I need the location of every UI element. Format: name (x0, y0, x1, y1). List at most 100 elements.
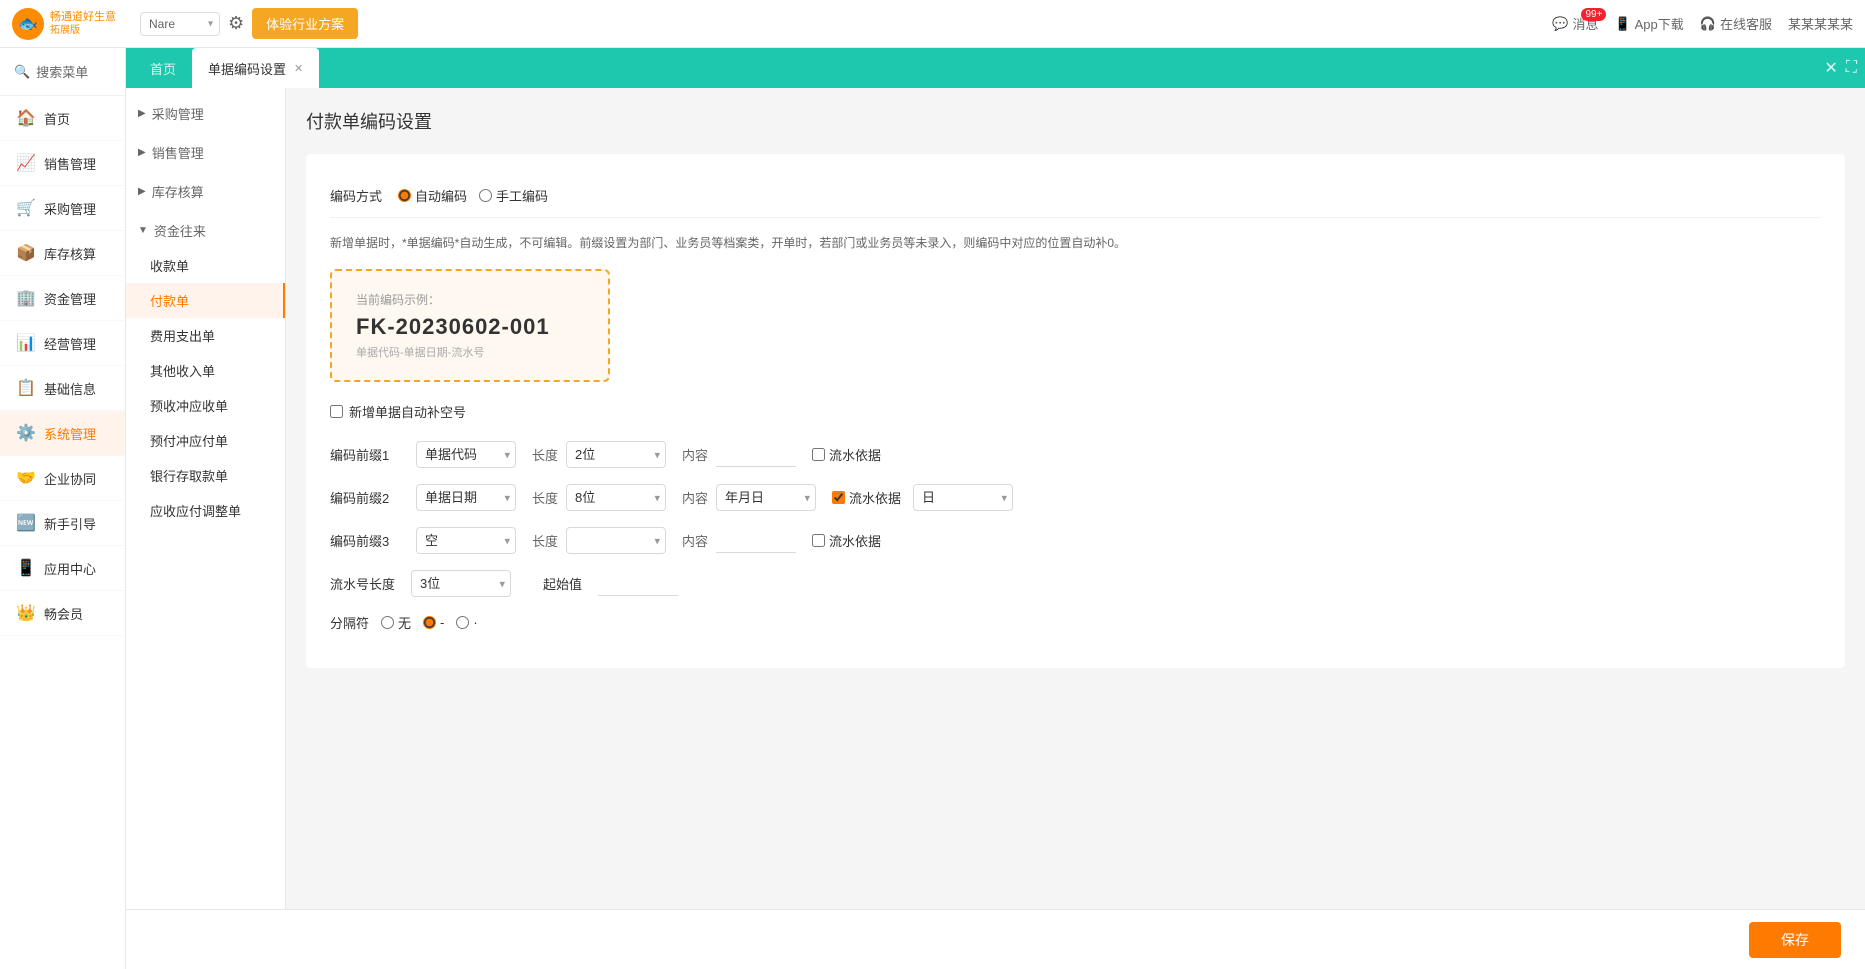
app-download[interactable]: 📱 App下载 (1614, 14, 1683, 33)
content3-input[interactable] (716, 529, 796, 553)
arrow-right-icon: ▶ (138, 147, 146, 158)
submenu-item-other-income[interactable]: 其他收入单 (126, 353, 285, 388)
encoding-method-row: 编码方式 自动编码 手工编码 (330, 174, 1821, 218)
maximize-icon[interactable]: ⛶ (1846, 59, 1857, 77)
serial-length-select[interactable]: 3位 (411, 570, 511, 597)
appcenter-icon: 📱 (16, 558, 36, 578)
message-icon[interactable]: 💬 消息 99+ (1552, 14, 1598, 33)
submenu-item-expense[interactable]: 费用支出单 (126, 318, 285, 353)
company-dropdown[interactable]: Nare ▾ (140, 12, 220, 36)
enterprise-icon: 🤝 (16, 468, 36, 488)
prefix2-select-wrapper[interactable]: 单据日期 (416, 484, 516, 511)
separator-none-radio[interactable]: 无 (381, 613, 411, 632)
nav-tabs-right: ✕ ⛶ (1824, 58, 1857, 78)
serial2-unit-wrapper[interactable]: 日 (913, 484, 1013, 511)
length3-select-wrapper[interactable] (566, 527, 666, 554)
sidebar-item-home[interactable]: 🏠 首页 (0, 96, 125, 141)
serial3-label: 流水依据 (829, 531, 881, 550)
sidebar-item-appcenter[interactable]: 📱 应用中心 (0, 546, 125, 591)
prefix3-label: 编码前缀3 (330, 531, 400, 550)
length1-select[interactable]: 2位 (566, 441, 666, 468)
tab-encoding-settings[interactable]: 单据编码设置 ✕ (192, 48, 319, 88)
prefix2-row: 编码前缀2 单据日期 长度 8位 内容 (330, 484, 1821, 511)
submenu-item-adjustment[interactable]: 应收应付调整单 (126, 493, 285, 528)
main-area: ▶ 采购管理 ▶ 销售管理 ▶ 库存核算 ▼ 资金往来 收款单 付款单 费用支出… (126, 88, 1865, 969)
online-service[interactable]: 🎧 在线客服 (1700, 14, 1772, 33)
start-value-input[interactable]: 1 (598, 572, 678, 596)
minimize-icon[interactable]: ✕ (1824, 58, 1837, 78)
save-button[interactable]: 保存 (1749, 922, 1841, 958)
content1-label: 内容 (682, 445, 708, 464)
sidebar-item-sales[interactable]: 📈 销售管理 (0, 141, 125, 186)
prefix1-select[interactable]: 单据代码 (416, 441, 516, 468)
arrow-right-icon: ▶ (138, 108, 146, 119)
user-info[interactable]: 某某某某某 (1788, 14, 1853, 33)
prefix1-select-wrapper[interactable]: 单据代码 (416, 441, 516, 468)
tab-home[interactable]: 首页 (134, 48, 192, 88)
content3-field: 内容 (682, 529, 796, 553)
submenu-item-bank[interactable]: 银行存取款单 (126, 458, 285, 493)
inventory-icon: 📦 (16, 243, 36, 263)
experience-btn[interactable]: 体验行业方案 (252, 8, 358, 39)
separator-dash-radio[interactable]: - (423, 615, 444, 630)
prefix3-select-wrapper[interactable]: 空 (416, 527, 516, 554)
submenu-item-payment[interactable]: 付款单 (126, 283, 285, 318)
length2-select-wrapper[interactable]: 8位 (566, 484, 666, 511)
serial3-checkbox[interactable] (812, 534, 825, 547)
code-preview-label: 当前编码示例： (356, 291, 584, 308)
manual-encoding-radio[interactable]: 手工编码 (479, 186, 548, 205)
info-text: 新增单据时，*单据编码*自动生成，不可编辑。前缀设置为部门、业务员等档案类，开单… (330, 234, 1821, 253)
newguide-icon: 🆕 (16, 513, 36, 533)
content2-label: 内容 (682, 488, 708, 507)
length2-label: 长度 (532, 488, 558, 507)
sidebar-search[interactable]: 🔍 搜索菜单 (0, 48, 125, 96)
sidebar-item-system[interactable]: ⚙️ 系统管理 (0, 411, 125, 456)
sidebar-item-operations[interactable]: 📊 经营管理 (0, 321, 125, 366)
submenu-group-sales: ▶ 销售管理 (126, 135, 285, 170)
logo: 🐟 畅通道好生意 拓展版 (12, 8, 132, 40)
serial1-checkbox[interactable] (812, 448, 825, 461)
length1-select-wrapper[interactable]: 2位 (566, 441, 666, 468)
separator-row: 分隔符 无 - · (330, 613, 1821, 632)
topbar: 🐟 畅通道好生意 拓展版 Nare ▾ ⚙ 体验行业方案 💬 消息 99+ 📱 … (0, 0, 1865, 48)
submenu-item-advance-offset[interactable]: 预付冲应付单 (126, 423, 285, 458)
submenu-item-prepay-offset[interactable]: 预收冲应收单 (126, 388, 285, 423)
sidebar-item-inventory[interactable]: 📦 库存核算 (0, 231, 125, 276)
content2-select-wrapper[interactable]: 年月日 (716, 484, 816, 511)
submenu-item-receipt[interactable]: 收款单 (126, 248, 285, 283)
serial-length-select-wrapper[interactable]: 3位 (411, 570, 511, 597)
submenu-group-finance: ▼ 资金往来 收款单 付款单 费用支出单 其他收入单 预收冲应收单 预付冲应付单… (126, 213, 285, 528)
content1-input[interactable]: FK (716, 443, 796, 467)
prefix3-select[interactable]: 空 (416, 527, 516, 554)
search-menu-btn[interactable]: 🔍 搜索菜单 (8, 58, 117, 85)
submenu-group-sales-title[interactable]: ▶ 销售管理 (126, 135, 285, 170)
submenu-group-finance-title[interactable]: ▼ 资金往来 (126, 213, 285, 248)
content2-select[interactable]: 年月日 (716, 484, 816, 511)
length3-select[interactable] (566, 527, 666, 554)
serial1-label: 流水依据 (829, 445, 881, 464)
settings-icon[interactable]: ⚙ (228, 13, 244, 34)
prefix2-select[interactable]: 单据日期 (416, 484, 516, 511)
sidebar-item-member[interactable]: 👑 畅会员 (0, 591, 125, 636)
prefix3-row: 编码前缀3 空 长度 内容 (330, 527, 1821, 554)
length2-select[interactable]: 8位 (566, 484, 666, 511)
basic-icon: 📋 (16, 378, 36, 398)
submenu-group-purchase-title[interactable]: ▶ 采购管理 (126, 96, 285, 131)
serial1-checkbox-wrapper: 流水依据 (812, 445, 881, 464)
content1-field: 内容 FK (682, 443, 796, 467)
sidebar-item-newguide[interactable]: 🆕 新手引导 (0, 501, 125, 546)
serial2-unit-select[interactable]: 日 (913, 484, 1013, 511)
sidebar-item-purchase[interactable]: 🛒 采购管理 (0, 186, 125, 231)
submenu-group-inventory-title[interactable]: ▶ 库存核算 (126, 174, 285, 209)
sidebar-item-basic[interactable]: 📋 基础信息 (0, 366, 125, 411)
separator-dot-radio[interactable]: · (456, 615, 477, 630)
arrow-down-icon: ▼ (138, 225, 148, 236)
autofill-checkbox[interactable] (330, 405, 343, 418)
logo-icon: 🐟 (12, 8, 44, 40)
auto-encoding-radio[interactable]: 自动编码 (398, 186, 467, 205)
tab-close-icon[interactable]: ✕ (294, 62, 303, 75)
sidebar-item-assets[interactable]: 🏢 资金管理 (0, 276, 125, 321)
submenu-group-inventory: ▶ 库存核算 (126, 174, 285, 209)
serial2-checkbox[interactable] (832, 491, 845, 504)
sidebar-item-enterprise[interactable]: 🤝 企业协同 (0, 456, 125, 501)
